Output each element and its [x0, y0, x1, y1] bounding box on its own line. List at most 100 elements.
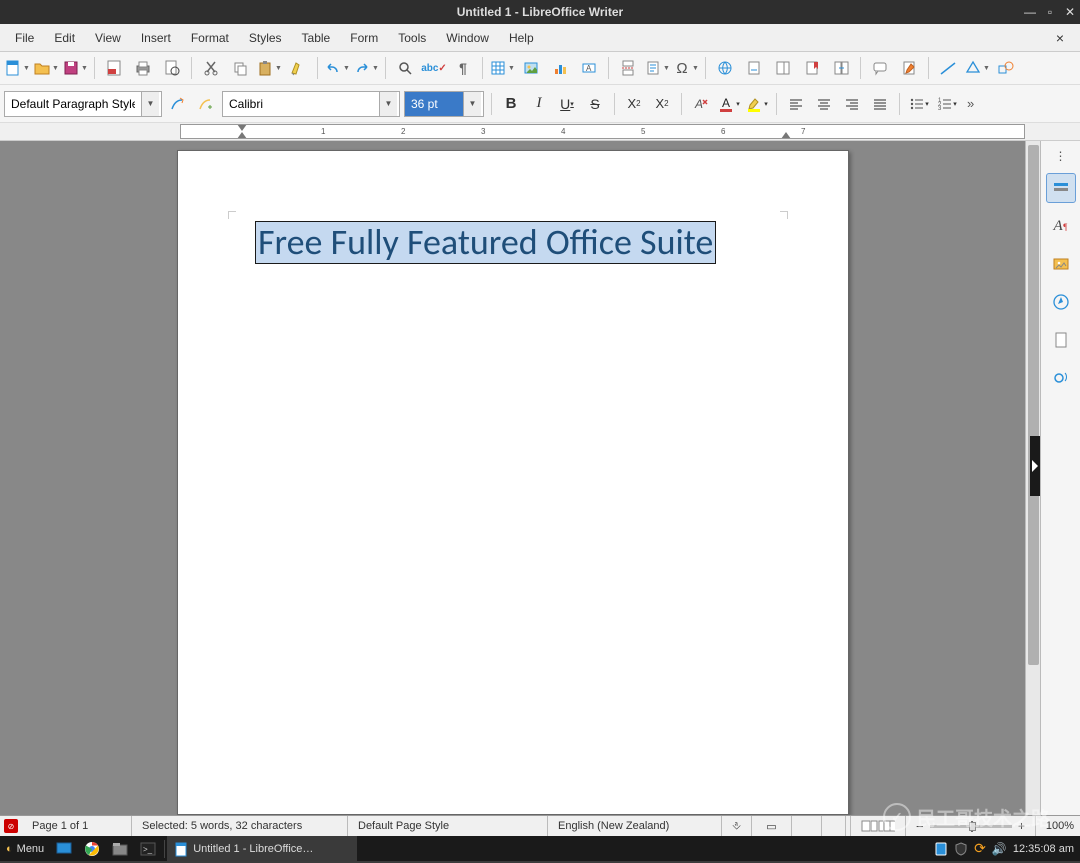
menu-format[interactable]: Format: [181, 27, 239, 49]
terminal-taskbar-icon[interactable]: >_: [134, 836, 162, 861]
menu-file[interactable]: File: [5, 27, 44, 49]
autosave-icon[interactable]: ⊘: [4, 819, 18, 833]
chrome-taskbar-icon[interactable]: [78, 836, 106, 861]
undo-button[interactable]: ▼: [324, 55, 350, 81]
show-desktop-button[interactable]: [50, 836, 78, 861]
font-name-combo[interactable]: ▼: [222, 91, 400, 117]
align-center-button[interactable]: [812, 91, 836, 117]
clear-formatting-button[interactable]: A: [689, 91, 713, 117]
strikethrough-button[interactable]: S: [583, 91, 607, 117]
navigator-panel-icon[interactable]: [1046, 287, 1076, 317]
paragraph-style-combo[interactable]: ▼: [4, 91, 162, 117]
menu-tools[interactable]: Tools: [388, 27, 436, 49]
maximize-button[interactable]: ▫: [1040, 2, 1060, 22]
taskbar-clock[interactable]: 12:35:08 am: [1013, 843, 1074, 855]
font-color-button[interactable]: A▾: [717, 91, 741, 117]
insert-cross-reference-button[interactable]: [828, 55, 854, 81]
open-button[interactable]: ▼: [33, 55, 59, 81]
numbered-list-button[interactable]: 123▾: [935, 91, 959, 117]
properties-panel-icon[interactable]: [1046, 173, 1076, 203]
bullet-list-button[interactable]: ▾: [907, 91, 931, 117]
minimize-button[interactable]: —: [1020, 2, 1040, 22]
insert-line-button[interactable]: [935, 55, 961, 81]
menu-table[interactable]: Table: [292, 27, 341, 49]
document-viewport[interactable]: Free Fully Featured Office Suite: [0, 141, 1025, 815]
insert-chart-button[interactable]: [547, 55, 573, 81]
tray-update-icon[interactable]: ⟳: [974, 840, 986, 857]
close-document-button[interactable]: ×: [1046, 26, 1074, 50]
new-button[interactable]: ▼: [4, 55, 30, 81]
font-name-input[interactable]: [223, 92, 379, 116]
insert-footnote-button[interactable]: [741, 55, 767, 81]
insert-endnote-button[interactable]: [770, 55, 796, 81]
gallery-panel-icon[interactable]: [1046, 249, 1076, 279]
superscript-button[interactable]: X2: [622, 91, 646, 117]
toolbar-overflow-button[interactable]: »: [963, 96, 975, 111]
document-page[interactable]: Free Fully Featured Office Suite: [177, 150, 849, 815]
paste-button[interactable]: ▼: [256, 55, 282, 81]
show-draw-functions-button[interactable]: [993, 55, 1019, 81]
redo-button[interactable]: ▼: [353, 55, 379, 81]
zoom-slider[interactable]: − +: [906, 816, 1036, 836]
tray-shield-icon[interactable]: [954, 842, 968, 856]
insert-textbox-button[interactable]: A: [576, 55, 602, 81]
insert-hyperlink-button[interactable]: [712, 55, 738, 81]
start-menu-button[interactable]: ◐Menu: [0, 836, 50, 861]
insert-image-button[interactable]: [518, 55, 544, 81]
scrollbar-thumb[interactable]: [1028, 145, 1039, 665]
italic-button[interactable]: I: [527, 91, 551, 117]
print-preview-button[interactable]: [159, 55, 185, 81]
first-line-indent-marker[interactable]: [237, 124, 247, 131]
update-style-button[interactable]: [166, 91, 190, 117]
align-left-button[interactable]: [784, 91, 808, 117]
copy-button[interactable]: [227, 55, 253, 81]
subscript-button[interactable]: X2: [650, 91, 674, 117]
underline-button[interactable]: U▾: [555, 91, 579, 117]
export-pdf-button[interactable]: [101, 55, 127, 81]
find-replace-button[interactable]: [392, 55, 418, 81]
horizontal-ruler[interactable]: 1 2 3 4 5 6 7: [0, 123, 1080, 141]
tray-document-icon[interactable]: [934, 842, 948, 856]
insert-bookmark-button[interactable]: [799, 55, 825, 81]
menu-help[interactable]: Help: [499, 27, 544, 49]
new-style-button[interactable]: [194, 91, 218, 117]
spellcheck-button[interactable]: abc✓: [421, 55, 447, 81]
insert-page-break-button[interactable]: [615, 55, 641, 81]
document-modified-icon[interactable]: [792, 816, 822, 836]
cut-button[interactable]: [198, 55, 224, 81]
menu-form[interactable]: Form: [340, 27, 388, 49]
zoom-percent[interactable]: 100%: [1036, 816, 1080, 836]
selected-text[interactable]: Free Fully Featured Office Suite: [255, 221, 716, 264]
tray-volume-icon[interactable]: 🔊: [992, 842, 1007, 856]
page-number[interactable]: Page 1 of 1: [22, 816, 132, 836]
clone-formatting-button[interactable]: [285, 55, 311, 81]
highlight-color-button[interactable]: ▾: [745, 91, 769, 117]
save-button[interactable]: ▼: [62, 55, 88, 81]
selection-mode[interactable]: ▭: [752, 816, 792, 836]
justify-button[interactable]: [868, 91, 892, 117]
basic-shapes-button[interactable]: ▼: [964, 55, 990, 81]
menu-styles[interactable]: Styles: [239, 27, 292, 49]
menu-window[interactable]: Window: [436, 27, 499, 49]
sidebar-settings-icon[interactable]: ⋮: [1046, 147, 1076, 165]
left-indent-marker[interactable]: [237, 132, 247, 139]
menu-edit[interactable]: Edit: [44, 27, 85, 49]
language[interactable]: English (New Zealand): [548, 816, 722, 836]
files-taskbar-icon[interactable]: [106, 836, 134, 861]
digital-signature[interactable]: [822, 816, 846, 836]
page-panel-icon[interactable]: [1046, 325, 1076, 355]
track-changes-button[interactable]: [896, 55, 922, 81]
insert-table-button[interactable]: ▼: [489, 55, 515, 81]
view-layout-buttons[interactable]: [850, 816, 906, 836]
word-count[interactable]: Selected: 5 words, 32 characters: [132, 816, 348, 836]
menu-insert[interactable]: Insert: [131, 27, 181, 49]
bold-button[interactable]: B: [499, 91, 523, 117]
paragraph-style-dropdown-button[interactable]: ▼: [141, 92, 159, 116]
style-inspector-panel-icon[interactable]: [1046, 363, 1076, 393]
paragraph-style-input[interactable]: [5, 92, 141, 116]
font-size-dropdown-button[interactable]: ▼: [463, 92, 481, 116]
insert-symbol-button[interactable]: Ω▼: [673, 55, 699, 81]
sidebar-collapse-grip[interactable]: [1030, 436, 1040, 496]
print-button[interactable]: [130, 55, 156, 81]
font-name-dropdown-button[interactable]: ▼: [379, 92, 397, 116]
